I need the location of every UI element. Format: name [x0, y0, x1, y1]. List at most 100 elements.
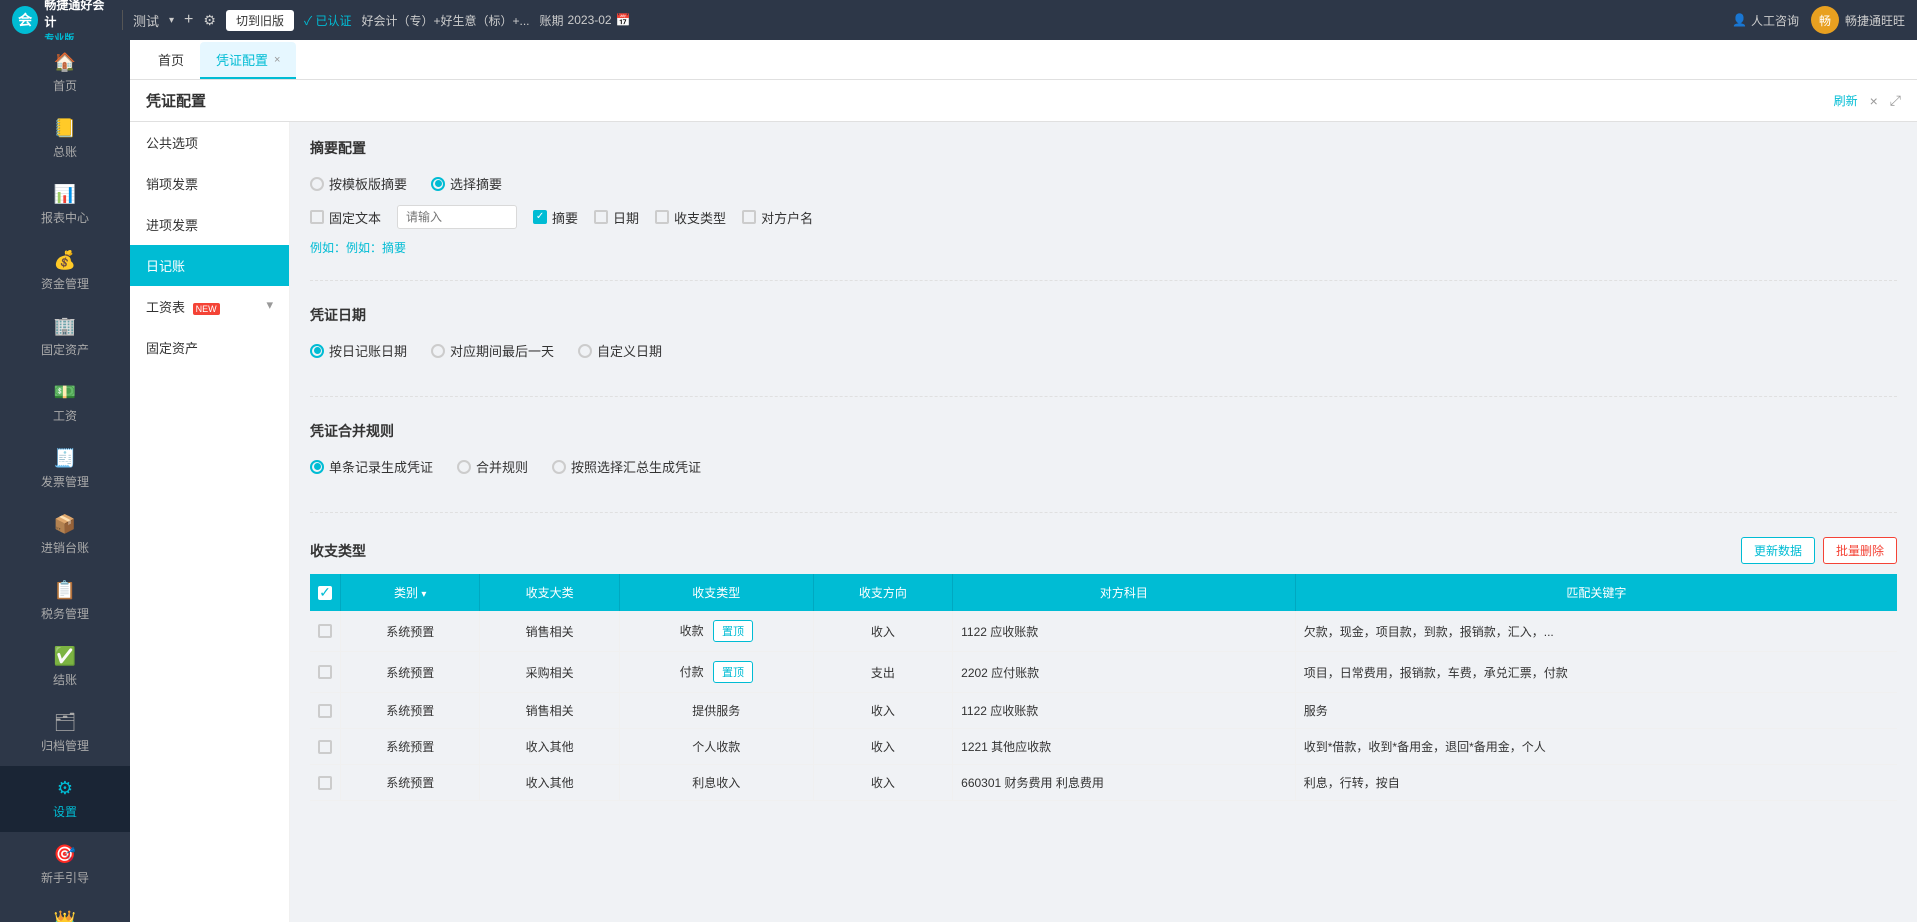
row-subject: 1122 应收账款	[953, 693, 1296, 729]
window-maximize-button[interactable]: ⤢	[1890, 92, 1901, 109]
sidebar-item-label: 发票管理	[41, 473, 89, 490]
row-checkbox[interactable]	[318, 624, 332, 638]
pin-button[interactable]: 置顶	[713, 620, 753, 642]
sidebar-item-ledger[interactable]: 📒 总账	[0, 106, 130, 172]
chevron-down-icon: ▾	[266, 297, 273, 313]
user-area: 畅 畅捷通旺旺	[1811, 6, 1905, 34]
radio-circle-period	[431, 344, 445, 358]
reports-icon: 📊	[54, 184, 76, 205]
table-row: 系统预置 采购相关 付款 置顶 支出 2202 应付账款 项目，日常费用，报销款…	[310, 652, 1897, 693]
voucher-date-radio-group: 按日记账日期 对应期间最后一天 自定义日期	[310, 341, 1897, 360]
row-keywords: 欠款，现金，项目款，到款，报销款，汇入，...	[1295, 611, 1897, 652]
settle-icon: ✅	[54, 646, 76, 667]
batch-delete-button[interactable]: 批量删除	[1823, 537, 1897, 564]
left-nav-salary-table[interactable]: 工资表 NEW ▾	[130, 286, 289, 327]
sidebar-item-label: 工资	[53, 407, 77, 424]
sidebar-item-label: 报表中心	[41, 209, 89, 226]
checkbox-box-pay-type	[655, 210, 669, 224]
row-checkbox[interactable]	[318, 665, 332, 679]
radio-template[interactable]: 按模板版摘要	[310, 174, 407, 193]
sidebar-item-reports[interactable]: 📊 报表中心	[0, 172, 130, 238]
window-close-button[interactable]: ×	[1870, 93, 1878, 109]
tab-home[interactable]: 首页	[142, 42, 200, 79]
row-subject: 1122 应收账款	[953, 611, 1296, 652]
sidebar-item-member[interactable]: 👑 畅会员	[0, 898, 130, 922]
radio-single[interactable]: 单条记录生成凭证	[310, 457, 433, 476]
left-nav-diary[interactable]: 日记账	[130, 245, 289, 286]
row-keywords: 项目，日常费用，报销款，车费，承兑汇票，付款	[1295, 652, 1897, 693]
radio-select[interactable]: 选择摘要	[431, 174, 502, 193]
sidebar-item-newbie[interactable]: 🎯 新手引导	[0, 832, 130, 898]
add-icon[interactable]: +	[184, 11, 193, 29]
row-category: 系统预置	[341, 611, 480, 652]
new-badge: NEW	[193, 303, 220, 315]
sidebar-item-assets[interactable]: 🏢 固定资产	[0, 304, 130, 370]
fixed-text-input[interactable]	[397, 205, 517, 229]
sidebar-item-settings[interactable]: ⚙ 设置	[0, 766, 130, 832]
sidebar-item-label: 新手引导	[41, 869, 89, 886]
radio-custom-date[interactable]: 自定义日期	[578, 341, 662, 360]
table-row: 系统预置 销售相关 收款 置顶 收入 1122 应收账款 欠款，现金，项目款，到…	[310, 611, 1897, 652]
row-checkbox-cell[interactable]	[310, 765, 341, 801]
sidebar-item-home[interactable]: 🏠 首页	[0, 40, 130, 106]
row-checkbox-cell[interactable]	[310, 611, 341, 652]
row-checkbox[interactable]	[318, 776, 332, 790]
service-button[interactable]: 👤 人工咨询	[1732, 12, 1799, 29]
settings-nav-icon: ⚙	[57, 778, 73, 799]
sidebar-item-invoices[interactable]: 🧾 发票管理	[0, 436, 130, 502]
purchase-icon: 📦	[54, 514, 76, 535]
sidebar-item-salary[interactable]: 💵 工资	[0, 370, 130, 436]
left-nav-fixed-assets[interactable]: 固定资产	[130, 327, 289, 368]
row-checkbox-cell[interactable]	[310, 729, 341, 765]
row-checkbox[interactable]	[318, 740, 332, 754]
settings-icon[interactable]: ⚙	[203, 12, 216, 29]
radio-summary-gen[interactable]: 按照选择汇总生成凭证	[552, 457, 701, 476]
voucher-date-title: 凭证日期	[310, 305, 1897, 325]
row-type: 付款 置顶	[619, 652, 813, 693]
checkbox-date[interactable]: 日期	[594, 208, 639, 227]
checkbox-counterpart[interactable]: 对方户名	[742, 208, 813, 227]
topbar-tags: 好会计（专）+好生意（标）+...	[362, 12, 530, 29]
sidebar-item-label: 进销台账	[41, 539, 89, 556]
left-nav-sales-invoice[interactable]: 销项发票	[130, 163, 289, 204]
topbar-divider	[122, 10, 123, 30]
sidebar-item-funds[interactable]: 💰 资金管理	[0, 238, 130, 304]
row-checkbox-cell[interactable]	[310, 652, 341, 693]
summary-checkbox-row: 固定文本 摘要 日期	[310, 205, 1897, 229]
update-data-button[interactable]: 更新数据	[1741, 537, 1815, 564]
sidebar-item-settle[interactable]: ✅ 结账	[0, 634, 130, 700]
sidebar-item-purchase[interactable]: 📦 进销台账	[0, 502, 130, 568]
left-nav-public[interactable]: 公共选项	[130, 122, 289, 163]
row-type: 个人收款	[619, 729, 813, 765]
summary-config-section: 摘要配置 按模板版摘要 选择摘要	[310, 138, 1897, 281]
select-all-checkbox[interactable]: ✓	[318, 586, 332, 600]
radio-circle-custom	[578, 344, 592, 358]
logo-icon: 会	[12, 6, 38, 34]
switch-version-button[interactable]: 切到旧版	[226, 10, 294, 31]
dropdown-icon[interactable]: ▾	[169, 15, 174, 26]
checkbox-pay-type[interactable]: 收支类型	[655, 208, 726, 227]
radio-merge[interactable]: 合并规则	[457, 457, 528, 476]
row-checkbox[interactable]	[318, 704, 332, 718]
row-type: 利息收入	[619, 765, 813, 801]
radio-circle-merge	[457, 460, 471, 474]
checkbox-summary[interactable]: 摘要	[533, 208, 578, 227]
sidebar-item-tax[interactable]: 📋 税务管理	[0, 568, 130, 634]
pin-button[interactable]: 置顶	[713, 661, 753, 683]
tab-voucher-config[interactable]: 凭证配置 ×	[200, 42, 296, 79]
radio-diary-date[interactable]: 按日记账日期	[310, 341, 407, 360]
row-major: 销售相关	[480, 611, 619, 652]
left-nav-purchase-invoice[interactable]: 进项发票	[130, 204, 289, 245]
radio-period-last[interactable]: 对应期间最后一天	[431, 341, 554, 360]
tab-close-icon[interactable]: ×	[274, 54, 280, 66]
checkbox-fixed-text[interactable]: 固定文本	[310, 208, 381, 227]
topbar-period: 账期 2023-02 📅	[540, 12, 631, 29]
row-checkbox-cell[interactable]	[310, 693, 341, 729]
calendar-icon[interactable]: 📅	[616, 13, 631, 27]
row-major: 采购相关	[480, 652, 619, 693]
row-direction: 收入	[813, 729, 952, 765]
refresh-button[interactable]: 刷新	[1834, 92, 1858, 109]
sidebar-item-label: 设置	[53, 803, 77, 820]
sidebar-item-archive[interactable]: 🗂 归档管理	[0, 700, 130, 766]
certified-label: ✓ 已认证	[304, 12, 352, 29]
